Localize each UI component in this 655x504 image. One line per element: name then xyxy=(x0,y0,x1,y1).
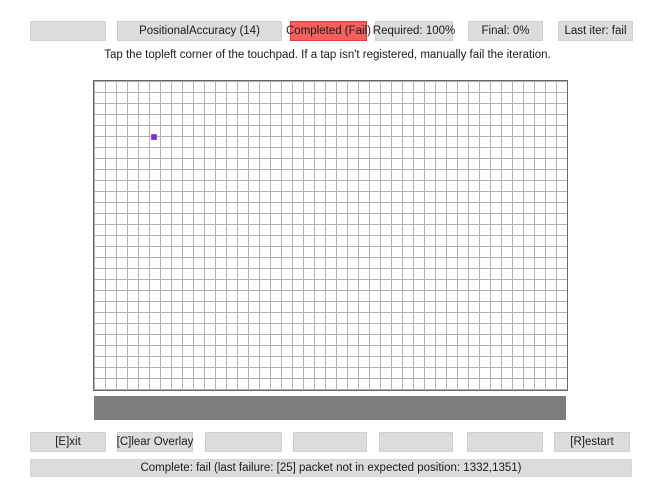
restart-button[interactable]: [R]estart xyxy=(554,432,630,452)
clear-overlay-button[interactable]: [C]lear Overlay xyxy=(117,432,193,452)
test-name-badge: PositionalAccuracy (14) xyxy=(117,21,282,41)
footer-slot-empty-3 xyxy=(379,432,453,452)
completion-status-badge: Completed (Fail) xyxy=(286,21,371,41)
exit-button[interactable]: [E]xit xyxy=(30,432,106,452)
footer-slot-empty-1 xyxy=(205,432,282,452)
touchpad-button-zone[interactable] xyxy=(94,396,566,420)
tap-point-marker xyxy=(151,134,157,140)
last-iteration-badge: Last iter: fail xyxy=(558,21,633,41)
footer-slot-empty-2 xyxy=(293,432,367,452)
required-percentage-badge: Required: 100% xyxy=(373,21,455,41)
footer-slot-empty-4 xyxy=(467,432,543,452)
touchpad-grid-surface[interactable] xyxy=(93,80,568,391)
final-percentage-badge: Final: 0% xyxy=(468,21,543,41)
header-slot-empty xyxy=(30,21,106,41)
instruction-text: Tap the topleft corner of the touchpad. … xyxy=(104,49,551,61)
completion-status-bar: Complete: fail (last failure: [25] packe… xyxy=(30,459,632,477)
